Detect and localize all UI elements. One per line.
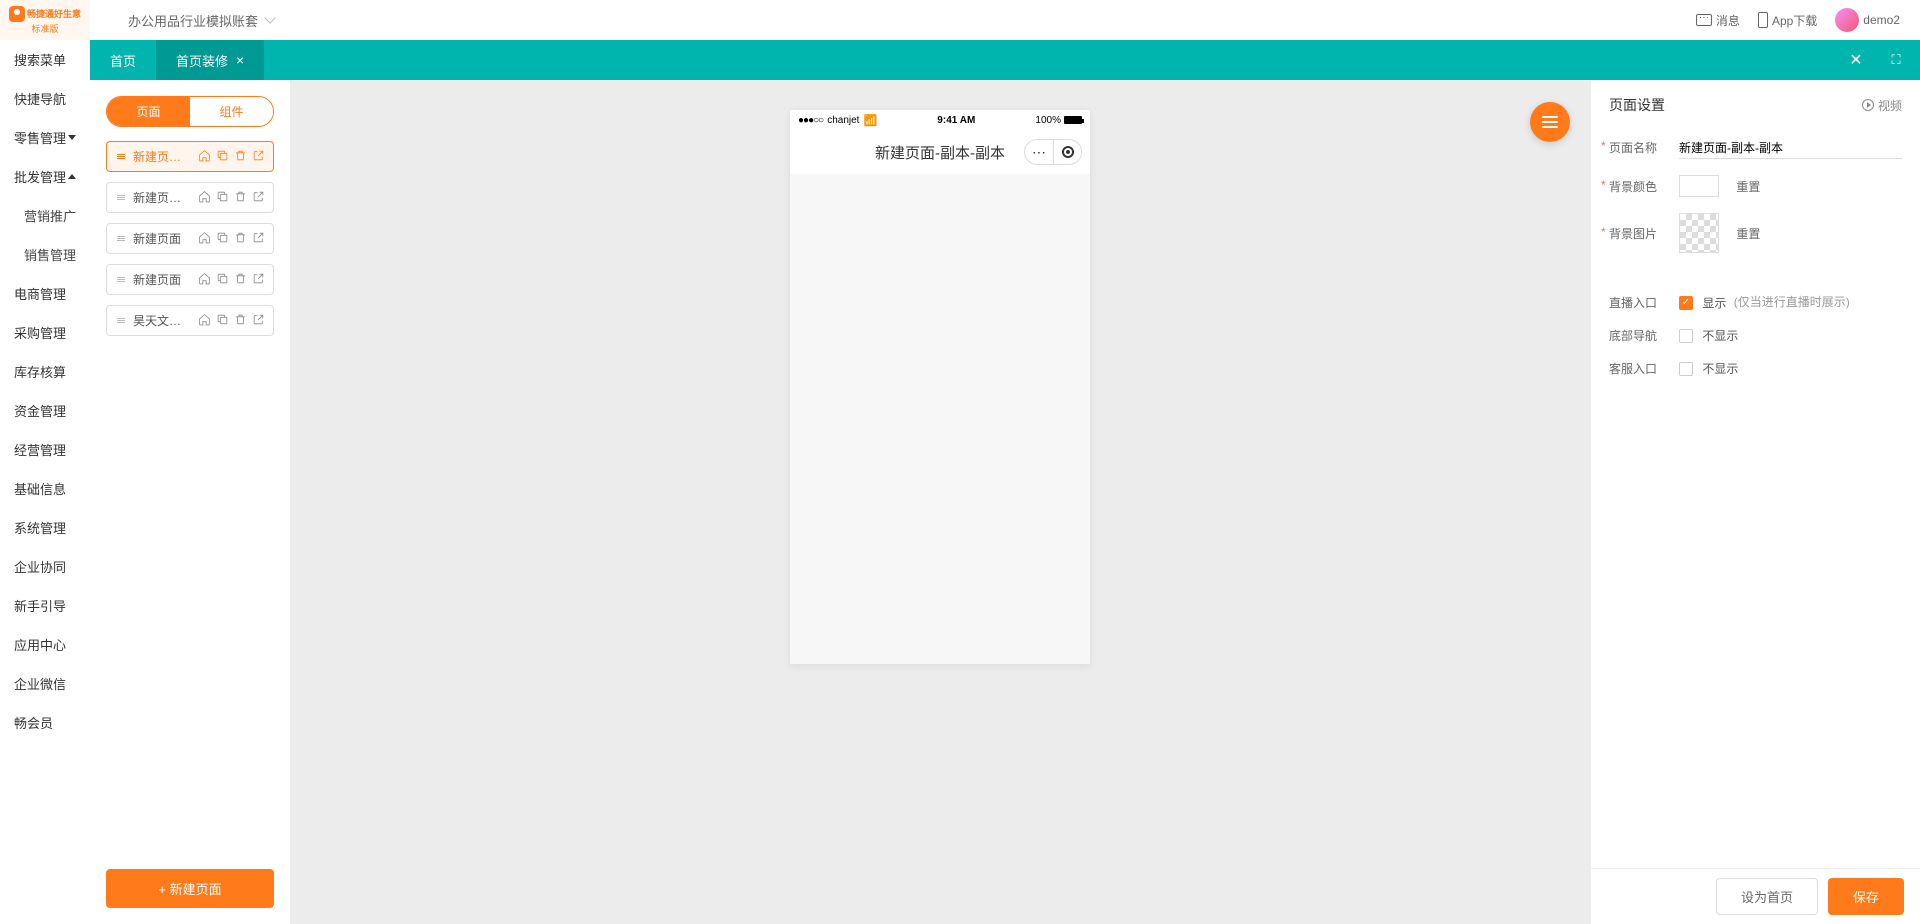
sidebar-item-14[interactable]: 新手引导 [0,586,90,625]
sidebar-item-11[interactable]: 基础信息 [0,469,90,508]
floating-menu-button[interactable] [1530,102,1570,142]
caret-down-icon [68,135,76,140]
preview-area: ●●●○○ chanjet 📶 9:41 AM 100% 新建页面-副本-副本 [290,80,1590,924]
copy-icon[interactable] [216,313,229,329]
sidebar-item-5[interactable]: 销售管理 [0,235,90,274]
drag-handle-icon[interactable] [115,234,127,243]
copy-icon[interactable] [216,190,229,206]
chevron-down-icon [264,12,275,23]
bg-image-reset[interactable]: 重置 [1736,227,1760,241]
segment-control: 页面 组件 [106,96,274,127]
preview-canvas[interactable] [790,174,1090,664]
trash-icon[interactable] [234,272,247,288]
sidebar-item-7[interactable]: 采购管理 [0,313,90,352]
bottom-nav-checkbox[interactable] [1679,329,1693,343]
app-logo[interactable]: 畅捷通好生意 标准版 [0,0,90,40]
page-item-3[interactable]: 新建页面 [106,264,274,295]
share-icon[interactable] [252,231,265,247]
segment-component[interactable]: 组件 [190,97,273,126]
preview-page-title: 新建页面-副本-副本 [875,142,1005,163]
video-link[interactable]: 视频 [1862,97,1902,114]
fullscreen-icon[interactable]: ⛶ [1880,40,1912,80]
share-icon[interactable] [252,190,265,206]
sidebar-item-10[interactable]: 经营管理 [0,430,90,469]
sidebar-item-13[interactable]: 企业协同 [0,547,90,586]
tab-0[interactable]: 首页 [90,40,156,80]
save-button[interactable]: 保存 [1828,878,1904,915]
drag-handle-icon[interactable] [115,152,127,161]
drag-handle-icon[interactable] [115,275,127,284]
play-icon [1862,99,1874,111]
share-icon[interactable] [252,272,265,288]
company-selector[interactable]: 办公用品行业模拟账套 [120,7,282,34]
sidebar-item-1[interactable]: 快捷导航 [0,79,90,118]
add-page-button[interactable]: + 新建页面 [106,869,274,908]
home-icon[interactable] [198,231,211,247]
sidebar-item-8[interactable]: 库存核算 [0,352,90,391]
tab-close-icon[interactable]: × [236,52,244,68]
sidebar-item-12[interactable]: 系统管理 [0,508,90,547]
sidebar-item-6[interactable]: 电商管理 [0,274,90,313]
service-checkbox[interactable] [1679,362,1693,376]
wifi-icon: 📶 [863,114,877,127]
avatar [1835,8,1859,32]
share-icon[interactable] [252,149,265,165]
caret-up-icon [68,174,76,179]
page-item-0[interactable]: 新建页面-副本... [106,141,274,172]
logo-icon [9,6,25,22]
copy-icon[interactable] [216,231,229,247]
share-icon[interactable] [252,313,265,329]
page-item-4[interactable]: 昊天文具店 [106,305,274,336]
home-icon[interactable] [198,313,211,329]
battery-icon [1064,116,1082,124]
message-icon [1696,14,1712,26]
bg-image-swatch[interactable] [1679,213,1719,253]
message-link[interactable]: 消息 [1696,12,1740,29]
sidebar-item-4[interactable]: 营销推广 [0,196,90,235]
tabs-bar: 首页首页装修× ✕ ⛶ [90,40,1920,80]
phone-preview: ●●●○○ chanjet 📶 9:41 AM 100% 新建页面-副本-副本 [790,110,1090,664]
app-download-link[interactable]: App下载 [1758,12,1817,29]
bg-color-swatch[interactable] [1679,175,1719,197]
page-name-input[interactable] [1679,136,1902,159]
home-icon[interactable] [198,190,211,206]
sidebar: 搜索菜单快捷导航零售管理批发管理营销推广销售管理电商管理采购管理库存核算资金管理… [0,0,90,924]
mini-close-icon[interactable] [1053,140,1081,164]
sidebar-item-0[interactable]: 搜索菜单 [0,40,90,79]
sidebar-item-17[interactable]: 畅会员 [0,703,90,742]
sidebar-item-16[interactable]: 企业微信 [0,664,90,703]
drag-handle-icon[interactable] [115,193,127,202]
sidebar-item-2[interactable]: 零售管理 [0,118,90,157]
set-home-button[interactable]: 设为首页 [1716,878,1818,915]
mini-menu-icon[interactable]: ⋯ [1025,140,1053,164]
home-icon[interactable] [198,149,211,165]
copy-icon[interactable] [216,149,229,165]
page-list-column: 页面 组件 新建页面-副本...新建页面-副本新建页面新建页面昊天文具店 + 新… [90,80,290,924]
segment-page[interactable]: 页面 [107,97,190,126]
live-checkbox[interactable]: ✓ [1679,296,1693,310]
page-item-2[interactable]: 新建页面 [106,223,274,254]
sidebar-item-3[interactable]: 批发管理 [0,157,90,196]
trash-icon[interactable] [234,313,247,329]
trash-icon[interactable] [234,231,247,247]
close-all-tabs[interactable]: ✕ [1840,40,1872,80]
sidebar-item-15[interactable]: 应用中心 [0,625,90,664]
trash-icon[interactable] [234,190,247,206]
home-icon[interactable] [198,272,211,288]
top-header: 畅捷通好生意 标准版 办公用品行业模拟账套 消息 App下载 demo2 [0,0,1920,40]
phone-icon [1758,12,1768,28]
page-item-1[interactable]: 新建页面-副本 [106,182,274,213]
copy-icon[interactable] [216,272,229,288]
tab-1[interactable]: 首页装修× [156,40,264,80]
settings-panel: 页面设置 视频 页面名称 背景颜色 [1590,80,1920,924]
sidebar-item-9[interactable]: 资金管理 [0,391,90,430]
signal-icon: ●●●○○ [798,115,823,126]
user-menu[interactable]: demo2 [1835,8,1900,32]
bg-color-reset[interactable]: 重置 [1736,180,1760,194]
trash-icon[interactable] [234,149,247,165]
drag-handle-icon[interactable] [115,316,127,325]
